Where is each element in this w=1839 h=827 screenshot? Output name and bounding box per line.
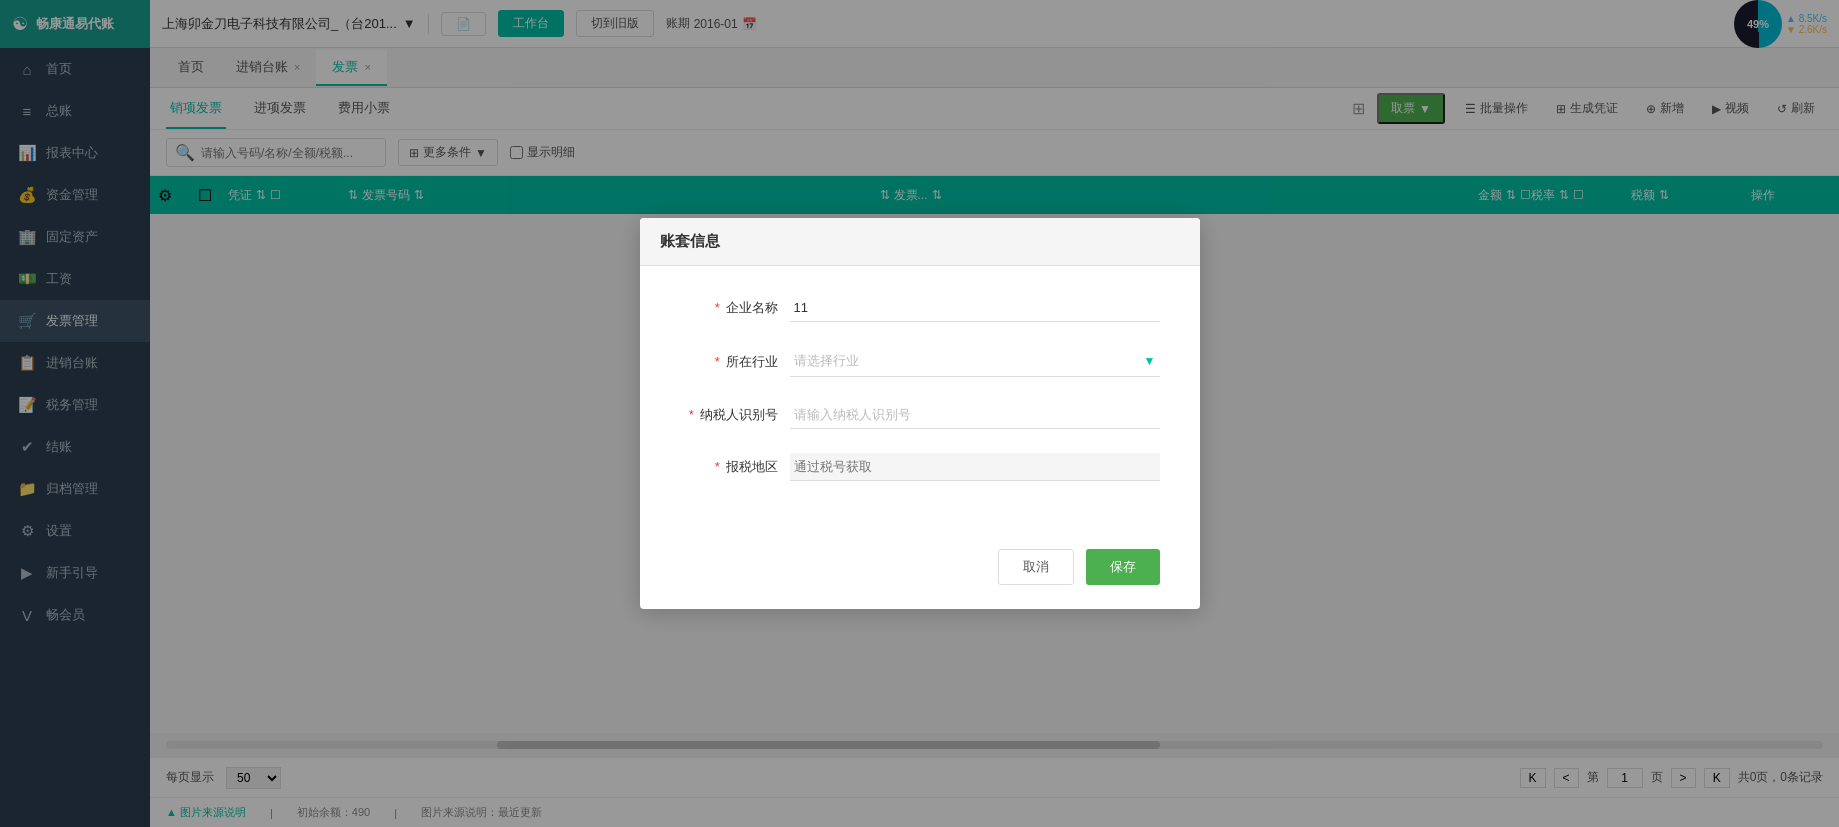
- form-row-industry: * 所在行业 请选择行业 ▼: [680, 346, 1160, 377]
- modal-body: * 企业名称 * 所在行业 请选择行业 ▼ * 纳: [640, 266, 1200, 533]
- form-row-tax-region: * 报税地区: [680, 453, 1160, 481]
- form-row-tax-id: * 纳税人识别号: [680, 401, 1160, 429]
- tax-id-label: * 纳税人识别号: [680, 406, 790, 424]
- industry-select-wrap[interactable]: 请选择行业 ▼: [790, 346, 1160, 377]
- company-name-input[interactable]: [790, 294, 1160, 322]
- modal-title: 账套信息: [660, 232, 720, 249]
- tax-region-input: [790, 453, 1160, 481]
- industry-select-text: 请选择行业: [794, 352, 1144, 370]
- modal-header: 账套信息: [640, 218, 1200, 266]
- industry-label: * 所在行业: [680, 353, 790, 371]
- account-info-modal: 账套信息 * 企业名称 * 所在行业 请选择行业 ▼: [640, 218, 1200, 609]
- company-name-label: * 企业名称: [680, 299, 790, 317]
- form-row-company-name: * 企业名称: [680, 294, 1160, 322]
- save-button[interactable]: 保存: [1086, 549, 1160, 585]
- modal-footer: 取消 保存: [640, 533, 1200, 609]
- modal-overlay: 账套信息 * 企业名称 * 所在行业 请选择行业 ▼: [0, 0, 1839, 827]
- industry-dropdown-icon: ▼: [1144, 354, 1156, 368]
- tax-id-input[interactable]: [790, 401, 1160, 429]
- cancel-button[interactable]: 取消: [998, 549, 1074, 585]
- tax-region-label: * 报税地区: [680, 458, 790, 476]
